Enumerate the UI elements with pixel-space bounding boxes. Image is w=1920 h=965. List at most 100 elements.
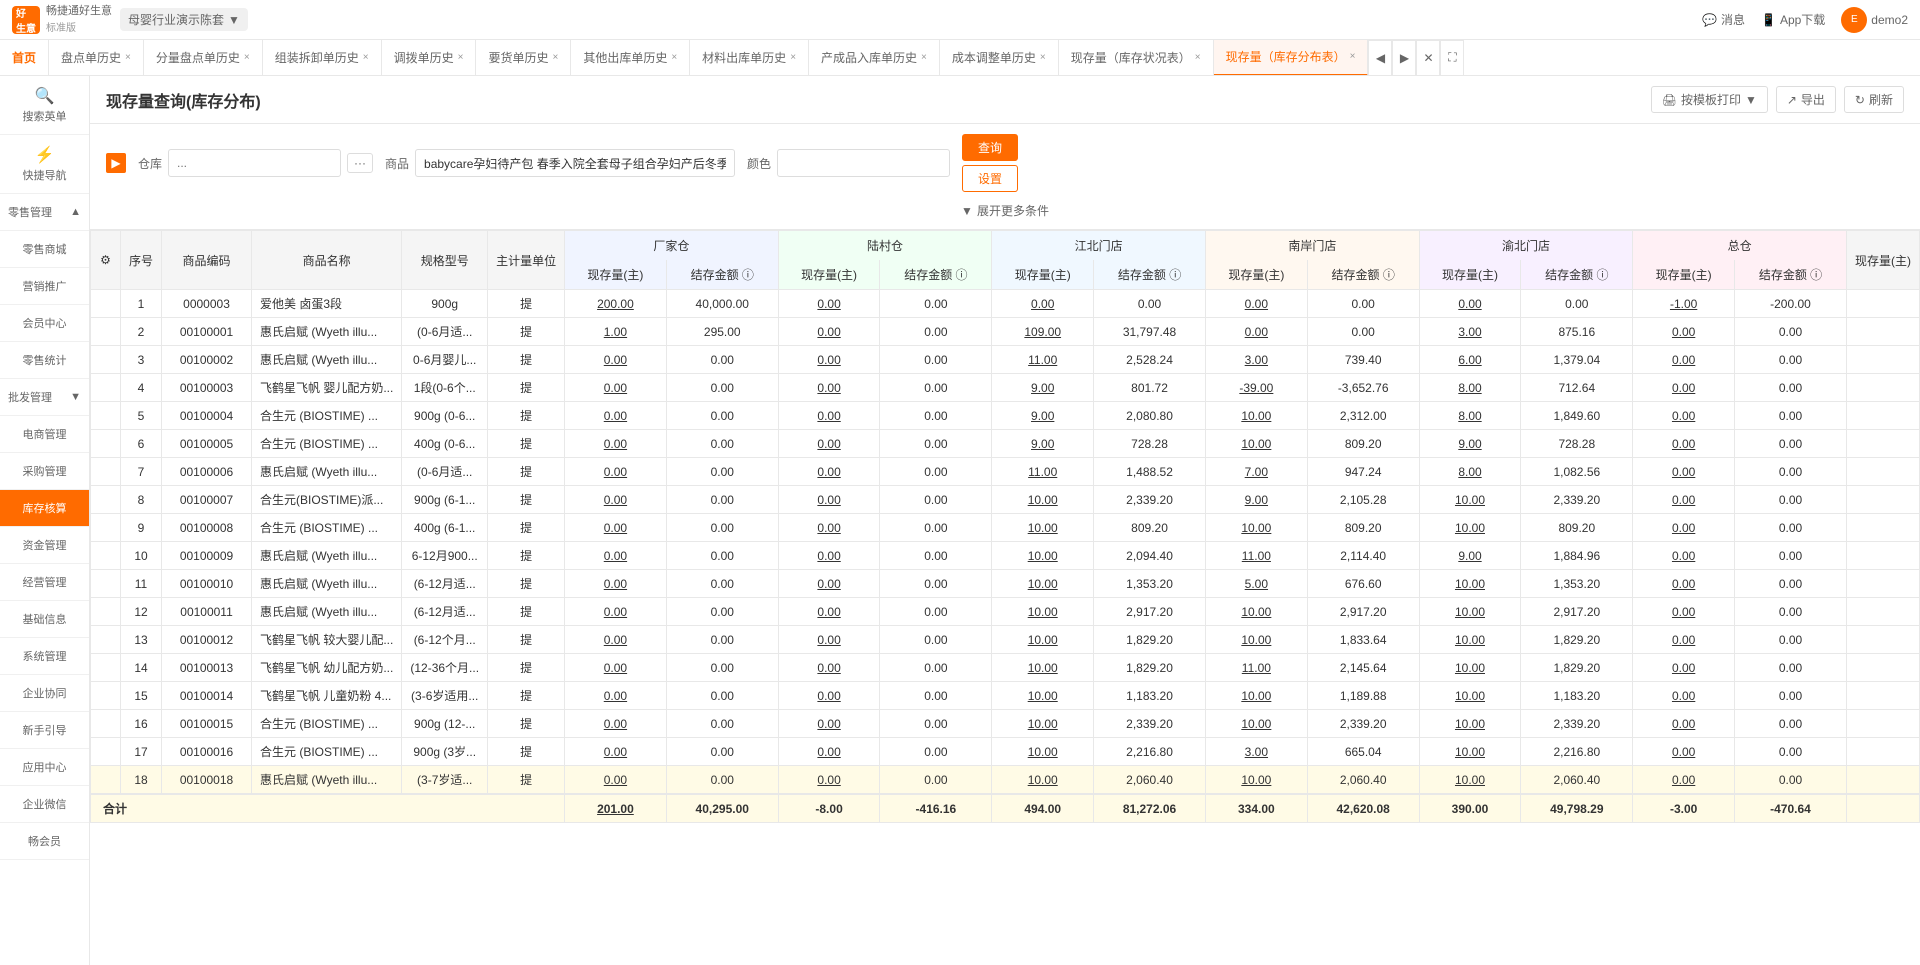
- luwu-qty[interactable]: 0.00: [778, 402, 880, 430]
- tab-close-icon[interactable]: ×: [671, 52, 677, 63]
- total-qty[interactable]: 0.00: [1633, 738, 1735, 766]
- sidebar-item-wholesale[interactable]: 批发管理 ▼: [0, 379, 89, 416]
- luwu-qty[interactable]: 0.00: [778, 710, 880, 738]
- jiangbei-qty[interactable]: 10.00: [992, 682, 1094, 710]
- factory-qty[interactable]: 0.00: [565, 570, 667, 598]
- factory-qty[interactable]: 0.00: [565, 486, 667, 514]
- jiangbei-qty[interactable]: 10.00: [992, 766, 1094, 795]
- total-qty[interactable]: 0.00: [1633, 486, 1735, 514]
- tab-order-history[interactable]: 要货单历史×: [476, 40, 571, 76]
- factory-qty[interactable]: 0.00: [565, 626, 667, 654]
- nanan-qty[interactable]: 10.00: [1206, 402, 1308, 430]
- sidebar-item-purchase[interactable]: 采购管理: [0, 453, 89, 490]
- tab-close-icon[interactable]: ×: [921, 52, 927, 63]
- product-input[interactable]: [415, 149, 735, 177]
- jiangbei-qty[interactable]: 9.00: [992, 374, 1094, 402]
- luwu-qty[interactable]: 0.00: [778, 514, 880, 542]
- query-button[interactable]: 查询: [962, 134, 1018, 161]
- factory-qty[interactable]: 0.00: [565, 542, 667, 570]
- yubei-qty[interactable]: 3.00: [1419, 318, 1521, 346]
- nanan-qty[interactable]: 7.00: [1206, 458, 1308, 486]
- factory-qty[interactable]: 0.00: [565, 374, 667, 402]
- export-button[interactable]: ↗ 导出: [1776, 86, 1836, 113]
- luwu-qty[interactable]: 0.00: [778, 430, 880, 458]
- jiangbei-qty[interactable]: 10.00: [992, 626, 1094, 654]
- sidebar-item-search[interactable]: 🔍 搜索英单: [0, 76, 89, 135]
- yubei-qty[interactable]: 10.00: [1419, 738, 1521, 766]
- factory-qty[interactable]: 0.00: [565, 598, 667, 626]
- jiangbei-qty[interactable]: 10.00: [992, 486, 1094, 514]
- total-qty[interactable]: 0.00: [1633, 318, 1735, 346]
- yubei-qty[interactable]: 0.00: [1419, 290, 1521, 318]
- factory-qty[interactable]: 0.00: [565, 710, 667, 738]
- settings-button[interactable]: 设置: [962, 165, 1018, 192]
- yubei-qty[interactable]: 10.00: [1419, 598, 1521, 626]
- factory-qty[interactable]: 1.00: [565, 318, 667, 346]
- nanan-qty[interactable]: 10.00: [1206, 430, 1308, 458]
- factory-qty[interactable]: 0.00: [565, 402, 667, 430]
- factory-qty[interactable]: 0.00: [565, 514, 667, 542]
- factory-qty[interactable]: 0.00: [565, 766, 667, 795]
- factory-qty[interactable]: 0.00: [565, 430, 667, 458]
- refresh-button[interactable]: ↻ 刷新: [1844, 86, 1904, 113]
- expand-orange-button[interactable]: ▶: [106, 153, 126, 173]
- nav-close-all-button[interactable]: ✕: [1416, 40, 1440, 76]
- yubei-qty[interactable]: 10.00: [1419, 654, 1521, 682]
- jiangbei-qty[interactable]: 9.00: [992, 430, 1094, 458]
- nanan-qty[interactable]: 11.00: [1206, 542, 1308, 570]
- sidebar-item-member2[interactable]: 畅会员: [0, 823, 89, 860]
- jiangbei-qty[interactable]: 10.00: [992, 598, 1094, 626]
- yubei-qty[interactable]: 10.00: [1419, 710, 1521, 738]
- total-qty[interactable]: 0.00: [1633, 402, 1735, 430]
- jiangbei-qty[interactable]: 10.00: [992, 542, 1094, 570]
- jiangbei-qty[interactable]: 109.00: [992, 318, 1094, 346]
- yubei-qty[interactable]: 8.00: [1419, 402, 1521, 430]
- nanan-qty[interactable]: 10.00: [1206, 710, 1308, 738]
- tab-production-history[interactable]: 产成品入库单历史×: [809, 40, 940, 76]
- jiangbei-qty[interactable]: 11.00: [992, 346, 1094, 374]
- sidebar-item-retail-mall[interactable]: 零售商城: [0, 231, 89, 268]
- luwu-qty[interactable]: 0.00: [778, 290, 880, 318]
- luwu-qty[interactable]: 0.00: [778, 318, 880, 346]
- yubei-qty[interactable]: 10.00: [1419, 486, 1521, 514]
- sidebar-item-ecommerce[interactable]: 电商管理: [0, 416, 89, 453]
- tab-close-icon[interactable]: ×: [1350, 51, 1356, 62]
- luwu-qty[interactable]: 0.00: [778, 486, 880, 514]
- factory-qty[interactable]: 0.00: [565, 654, 667, 682]
- expand-conditions-button[interactable]: ▼ 展开更多条件: [961, 202, 1049, 219]
- tab-close-icon[interactable]: ×: [552, 52, 558, 63]
- factory-qty[interactable]: 0.00: [565, 738, 667, 766]
- tab-close-icon[interactable]: ×: [458, 52, 464, 63]
- yubei-qty[interactable]: 8.00: [1419, 458, 1521, 486]
- yubei-qty[interactable]: 10.00: [1419, 626, 1521, 654]
- table-area[interactable]: ⚙ 序号 商品编码 商品名称 规格型号 主计量单位 厂家仓 陆村仓 江北门店 南…: [90, 230, 1920, 965]
- jiangbei-qty[interactable]: 10.00: [992, 738, 1094, 766]
- sidebar-item-basic-info[interactable]: 基础信息: [0, 601, 89, 638]
- sidebar-item-retail-mgmt[interactable]: 零售管理 ▲: [0, 194, 89, 231]
- total-qty[interactable]: 0.00: [1633, 598, 1735, 626]
- tab-close-icon[interactable]: ×: [125, 52, 131, 63]
- total-qty[interactable]: 0.00: [1633, 430, 1735, 458]
- nanan-qty[interactable]: -39.00: [1206, 374, 1308, 402]
- yubei-qty[interactable]: 10.00: [1419, 682, 1521, 710]
- jiangbei-qty[interactable]: 0.00: [992, 290, 1094, 318]
- nanan-qty[interactable]: 0.00: [1206, 290, 1308, 318]
- nanan-qty[interactable]: 11.00: [1206, 654, 1308, 682]
- total-qty[interactable]: 0.00: [1633, 682, 1735, 710]
- nanan-qty[interactable]: 3.00: [1206, 738, 1308, 766]
- nanan-qty[interactable]: 3.00: [1206, 346, 1308, 374]
- tab-stock-distribution[interactable]: 现存量（库存分布表）×: [1214, 40, 1369, 76]
- factory-qty[interactable]: 0.00: [565, 682, 667, 710]
- print-button[interactable]: 🖨 按模板打印 ▼: [1651, 86, 1768, 113]
- tab-inventory-history[interactable]: 盘点单历史×: [49, 40, 144, 76]
- yubei-qty[interactable]: 9.00: [1419, 430, 1521, 458]
- tab-close-icon[interactable]: ×: [1195, 52, 1201, 63]
- message-button[interactable]: 💬 消息: [1702, 11, 1745, 28]
- sidebar-item-system[interactable]: 系统管理: [0, 638, 89, 675]
- sidebar-item-inventory[interactable]: 库存核算: [0, 490, 89, 527]
- nanan-qty[interactable]: 0.00: [1206, 318, 1308, 346]
- jiangbei-qty[interactable]: 9.00: [992, 402, 1094, 430]
- tab-assembly-history[interactable]: 组装拆卸单历史×: [263, 40, 382, 76]
- luwu-qty[interactable]: 0.00: [778, 374, 880, 402]
- yubei-qty[interactable]: 10.00: [1419, 570, 1521, 598]
